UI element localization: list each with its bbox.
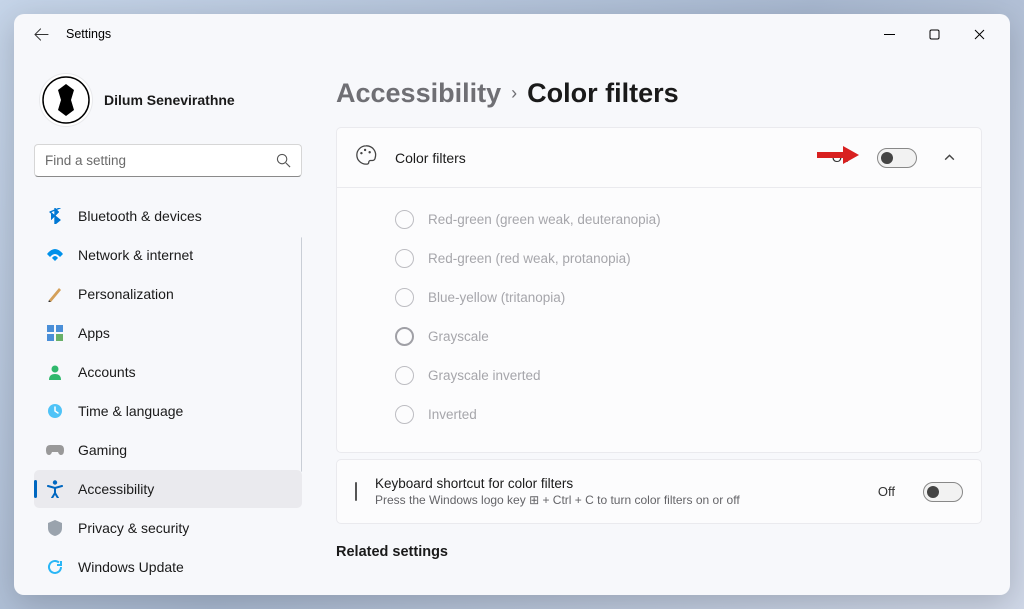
color-filters-card: Color filters Off Red-green (green weak,… [336,127,982,453]
keyboard-icon [355,483,357,501]
option-deuteranopia[interactable]: Red-green (green weak, deuteranopia) [337,200,981,239]
keyboard-shortcut-row[interactable]: Keyboard shortcut for color filters Pres… [337,460,981,523]
time-icon [46,402,64,420]
nav-time[interactable]: Time & language [34,392,302,430]
related-settings-heading: Related settings [336,544,982,560]
nav-accounts[interactable]: Accounts [34,353,302,391]
breadcrumb-current: Color filters [527,78,679,109]
window-body: Dilum Senevirathne Bluetooth & devices N… [14,54,1010,595]
option-inverted[interactable]: Inverted [337,395,981,434]
avatar [40,74,92,126]
shortcut-state: Off [878,484,895,499]
search-input[interactable] [45,153,276,168]
personalization-icon [46,285,64,303]
user-profile[interactable]: Dilum Senevirathne [34,62,302,144]
back-button[interactable] [22,15,60,53]
nav-label: Bluetooth & devices [78,208,202,224]
update-icon [46,558,64,576]
nav-label: Personalization [78,286,174,302]
radio-icon [395,366,414,385]
option-grayscale[interactable]: Grayscale [337,317,981,356]
window-title: Settings [66,27,111,41]
user-name: Dilum Senevirathne [104,92,235,108]
option-label: Blue-yellow (tritanopia) [428,290,565,305]
accessibility-icon [46,480,64,498]
color-filters-header[interactable]: Color filters Off [337,128,981,187]
sidebar: Dilum Senevirathne Bluetooth & devices N… [14,54,312,595]
minimize-icon [884,29,895,40]
privacy-icon [46,519,64,537]
settings-window: Settings Dilum Senevirathne [14,14,1010,595]
filter-options: Red-green (green weak, deuteranopia) Red… [337,187,981,452]
option-label: Red-green (red weak, protanopia) [428,251,631,266]
option-label: Inverted [428,407,477,422]
maximize-button[interactable] [912,19,957,49]
radio-icon [395,405,414,424]
radio-icon [395,288,414,307]
search-box[interactable] [34,144,302,177]
titlebar: Settings [14,14,1010,54]
breadcrumb-separator-icon: › [511,83,517,104]
soccer-ball-icon [42,76,90,124]
palette-icon [355,144,377,171]
nav-label: Time & language [78,403,183,419]
option-label: Red-green (green weak, deuteranopia) [428,212,661,227]
nav-list: Bluetooth & devices Network & internet P… [34,197,302,586]
search-icon [276,153,291,168]
back-arrow-icon [34,27,49,42]
close-button[interactable] [957,19,1002,49]
maximize-icon [929,29,940,40]
nav-update[interactable]: Windows Update [34,548,302,586]
radio-icon [395,249,414,268]
nav-label: Accounts [78,364,136,380]
shortcut-description: Press the Windows logo key ⊞ + Ctrl + C … [375,493,860,507]
shortcut-title: Keyboard shortcut for color filters [375,476,860,491]
color-filters-title: Color filters [395,150,814,166]
nav-label: Network & internet [78,247,193,263]
option-protanopia[interactable]: Red-green (red weak, protanopia) [337,239,981,278]
main-content: Accessibility › Color filters Color filt… [312,54,1010,595]
chevron-up-icon [943,151,956,164]
option-tritanopia[interactable]: Blue-yellow (tritanopia) [337,278,981,317]
nav-label: Accessibility [78,481,154,497]
nav-bluetooth[interactable]: Bluetooth & devices [34,197,302,235]
scrollbar-thumb[interactable] [301,237,302,472]
radio-selected-icon [395,327,414,346]
network-icon [46,246,64,264]
nav-accessibility[interactable]: Accessibility [34,470,302,508]
option-label: Grayscale inverted [428,368,541,383]
minimize-button[interactable] [867,19,912,49]
bluetooth-icon [46,207,64,225]
accounts-icon [46,363,64,381]
breadcrumb-parent[interactable]: Accessibility [336,78,501,109]
nav-network[interactable]: Network & internet [34,236,302,274]
shortcut-toggle[interactable] [923,482,963,502]
collapse-button[interactable] [935,151,963,164]
nav-gaming[interactable]: Gaming [34,431,302,469]
breadcrumb: Accessibility › Color filters [336,78,982,109]
color-filters-toggle[interactable] [877,148,917,168]
nav-apps[interactable]: Apps [34,314,302,352]
gaming-icon [46,441,64,459]
nav-label: Windows Update [78,559,184,575]
option-label: Grayscale [428,329,489,344]
color-filters-state: Off [832,150,849,165]
nav-privacy[interactable]: Privacy & security [34,509,302,547]
option-grayscale-inverted[interactable]: Grayscale inverted [337,356,981,395]
window-controls [867,19,1002,49]
apps-icon [46,324,64,342]
nav-label: Privacy & security [78,520,189,536]
nav-label: Apps [78,325,110,341]
radio-icon [395,210,414,229]
close-icon [974,29,985,40]
nav-label: Gaming [78,442,127,458]
keyboard-shortcut-card: Keyboard shortcut for color filters Pres… [336,459,982,524]
nav-personalization[interactable]: Personalization [34,275,302,313]
